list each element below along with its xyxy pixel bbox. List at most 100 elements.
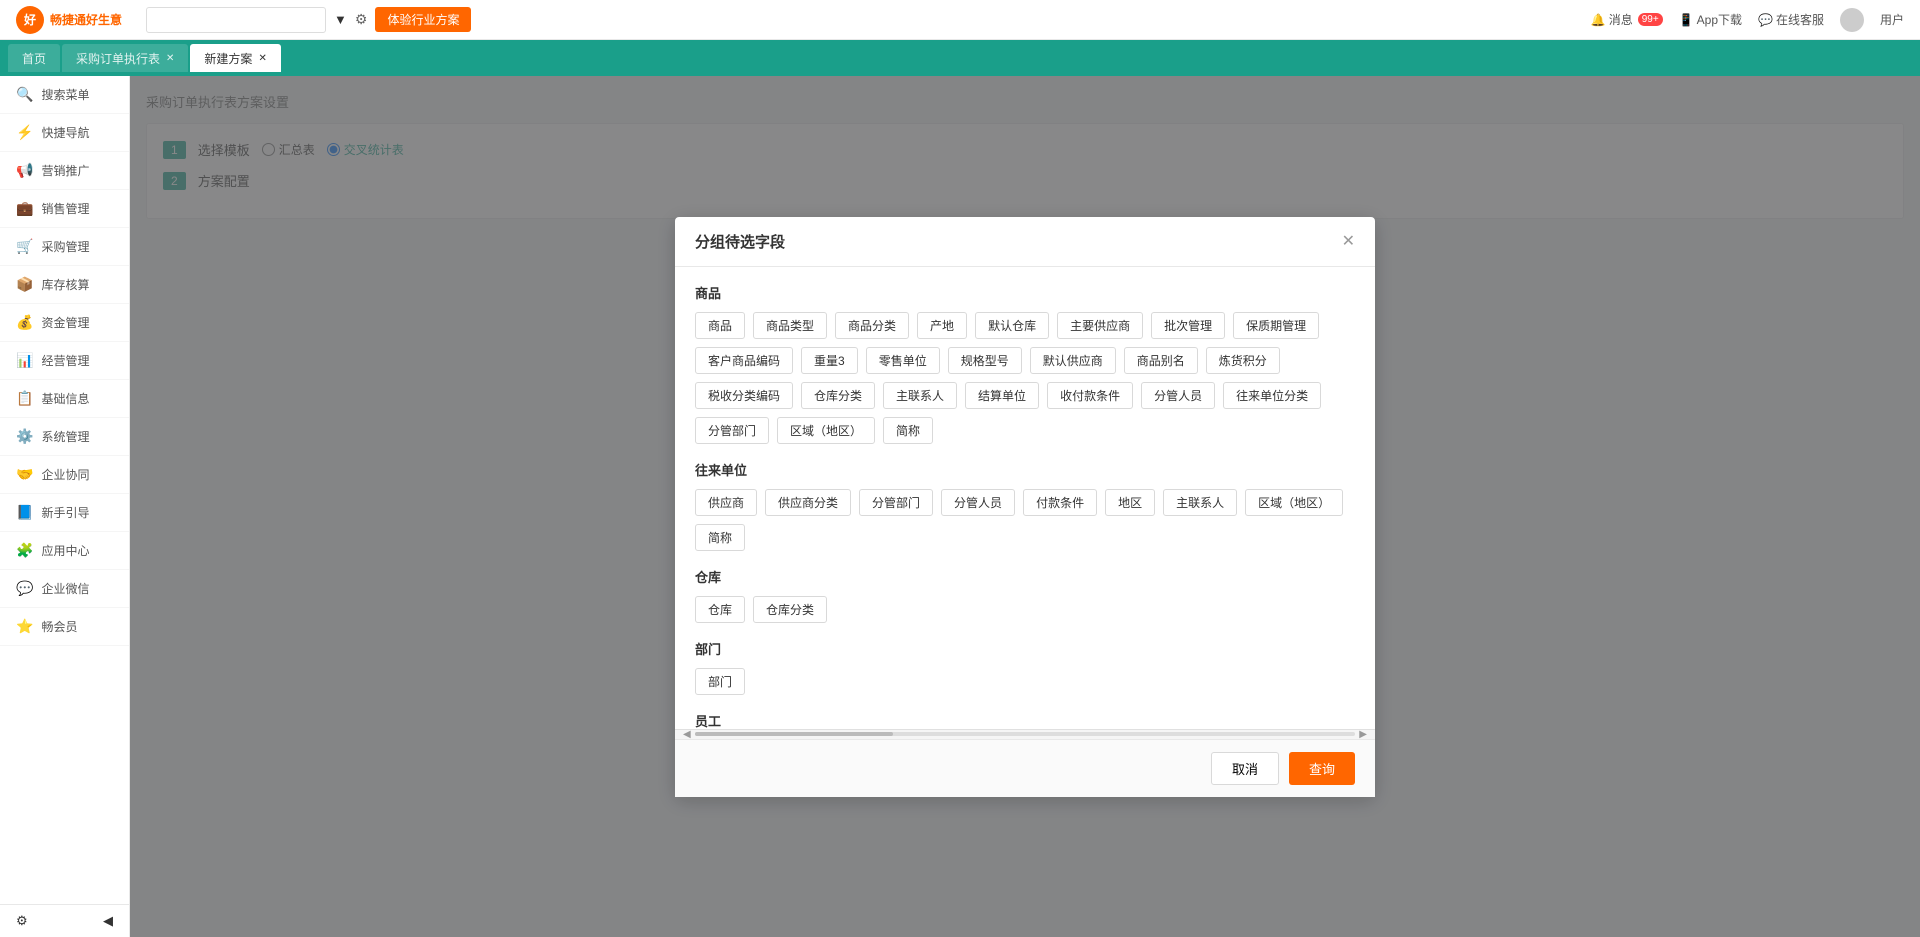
header-right: 🔔 消息 99+ 📱 App下载 💬 在线客服 用户 bbox=[1591, 8, 1904, 32]
field-tag-settlement-unit[interactable]: 结算单位 bbox=[965, 382, 1039, 409]
field-tag-goods-category[interactable]: 商品分类 bbox=[835, 312, 909, 339]
search-input[interactable] bbox=[146, 7, 326, 33]
modal-overlay: 分组待选字段 ✕ 商品 商品 商品类型 商品分类 产地 默认仓库 主要供应商 批… bbox=[130, 76, 1920, 937]
field-tag-main-supplier[interactable]: 主要供应商 bbox=[1057, 312, 1143, 339]
confirm-button[interactable]: 查询 bbox=[1289, 752, 1355, 785]
field-tag-warehouse[interactable]: 仓库 bbox=[695, 596, 745, 623]
system-icon: ⚙️ bbox=[16, 428, 33, 445]
message-item[interactable]: 🔔 消息 99+ bbox=[1591, 11, 1663, 28]
field-tag-spec[interactable]: 规格型号 bbox=[948, 347, 1022, 374]
field-tag-supplier[interactable]: 供应商 bbox=[695, 489, 757, 516]
field-tag-shelf-life[interactable]: 保质期管理 bbox=[1233, 312, 1319, 339]
sidebar-item-member-label: 畅会员 bbox=[41, 618, 77, 635]
message-badge: 99+ bbox=[1638, 13, 1663, 26]
sales-icon: 💼 bbox=[16, 200, 33, 217]
sidebar-item-guide[interactable]: 📘 新手引导 bbox=[0, 494, 129, 532]
sidebar-item-basic-info[interactable]: 📋 基础信息 bbox=[0, 380, 129, 418]
sidebar-item-marketing[interactable]: 📢 营销推广 bbox=[0, 152, 129, 190]
header-dropdown[interactable]: ▼ bbox=[334, 12, 347, 27]
field-tag-goods-alias[interactable]: 商品别名 bbox=[1124, 347, 1198, 374]
field-tag-partners-short[interactable]: 简称 bbox=[695, 524, 745, 551]
field-tag-warehouse-category[interactable]: 仓库分类 bbox=[801, 382, 875, 409]
field-tag-partners-contact[interactable]: 主联系人 bbox=[1163, 489, 1237, 516]
field-tag-weight[interactable]: 重量3 bbox=[801, 347, 858, 374]
field-tag-dept[interactable]: 分管部门 bbox=[695, 417, 769, 444]
field-tag-area[interactable]: 地区 bbox=[1105, 489, 1155, 516]
field-tag-goods-type[interactable]: 商品类型 bbox=[753, 312, 827, 339]
tab-new-plan[interactable]: 新建方案 ✕ bbox=[190, 44, 280, 72]
tab-home-label: 首页 bbox=[22, 50, 46, 67]
quick-nav-icon: ⚡ bbox=[16, 124, 33, 141]
gear-icon[interactable]: ⚙ bbox=[355, 11, 368, 28]
field-tag-default-warehouse[interactable]: 默认仓库 bbox=[975, 312, 1049, 339]
field-tag-retail-unit[interactable]: 零售单位 bbox=[866, 347, 940, 374]
sidebar-item-search[interactable]: 🔍 搜索菜单 bbox=[0, 76, 129, 114]
sidebar-item-cooperation[interactable]: 🤝 企业协同 bbox=[0, 456, 129, 494]
modal-footer: 取消 查询 bbox=[675, 739, 1375, 797]
section-employee-title: 员工 bbox=[695, 711, 1355, 729]
sidebar-item-system[interactable]: ⚙️ 系统管理 bbox=[0, 418, 129, 456]
tab-purchase-close-icon[interactable]: ✕ bbox=[166, 53, 174, 64]
sidebar-item-enterprise-wechat[interactable]: 💬 企业微信 bbox=[0, 570, 129, 608]
field-tag-points[interactable]: 炼货积分 bbox=[1206, 347, 1280, 374]
field-tag-pay-terms[interactable]: 付款条件 bbox=[1023, 489, 1097, 516]
sidebar-item-member[interactable]: ⭐ 畅会员 bbox=[0, 608, 129, 646]
field-tag-partners-manager[interactable]: 分管人员 bbox=[941, 489, 1015, 516]
logo-icon: 好 bbox=[16, 6, 44, 34]
section-warehouse-title: 仓库 bbox=[695, 567, 1355, 586]
field-tag-batch-mgmt[interactable]: 批次管理 bbox=[1151, 312, 1225, 339]
modal-body[interactable]: 商品 商品 商品类型 商品分类 产地 默认仓库 主要供应商 批次管理 保质期管理… bbox=[675, 267, 1375, 729]
tab-new-plan-close-icon[interactable]: ✕ bbox=[258, 53, 266, 64]
modal-close-button[interactable]: ✕ bbox=[1342, 231, 1355, 251]
field-tag-origin[interactable]: 产地 bbox=[917, 312, 967, 339]
field-tag-supplier-category[interactable]: 供应商分类 bbox=[765, 489, 851, 516]
sidebar-item-operation-label: 经营管理 bbox=[41, 352, 89, 369]
guide-icon: 📘 bbox=[16, 504, 33, 521]
online-service-item[interactable]: 💬 在线客服 bbox=[1758, 11, 1824, 28]
avatar[interactable] bbox=[1840, 8, 1864, 32]
modal-horizontal-scrollbar[interactable]: ◀ ▶ bbox=[675, 729, 1375, 739]
header-search-area: ▼ ⚙ 体验行业方案 bbox=[146, 7, 1591, 33]
field-tag-customer-code[interactable]: 客户商品编码 bbox=[695, 347, 793, 374]
field-tag-warehouse-cat[interactable]: 仓库分类 bbox=[753, 596, 827, 623]
sidebar-item-purchase[interactable]: 🛒 采购管理 bbox=[0, 228, 129, 266]
collapse-icon[interactable]: ◀ bbox=[103, 913, 113, 929]
field-tag-short-name[interactable]: 简称 bbox=[883, 417, 933, 444]
cancel-button[interactable]: 取消 bbox=[1211, 752, 1279, 785]
cooperation-icon: 🤝 bbox=[16, 466, 33, 483]
hscroll-track bbox=[695, 732, 1356, 736]
marketing-icon: 📢 bbox=[16, 162, 33, 179]
member-icon: ⭐ bbox=[16, 618, 33, 635]
section-warehouse: 仓库 仓库 仓库分类 bbox=[695, 567, 1355, 623]
sidebar-item-operation[interactable]: 📊 经营管理 bbox=[0, 342, 129, 380]
sidebar-item-quick-nav[interactable]: ⚡ 快捷导航 bbox=[0, 114, 129, 152]
tab-new-plan-label: 新建方案 bbox=[204, 50, 252, 67]
tab-home[interactable]: 首页 bbox=[8, 44, 60, 72]
section-partners-title: 往来单位 bbox=[695, 460, 1355, 479]
field-tag-main-contact[interactable]: 主联系人 bbox=[883, 382, 957, 409]
modal-title: 分组待选字段 bbox=[695, 231, 785, 252]
sidebar-item-finance[interactable]: 💰 资金管理 bbox=[0, 304, 129, 342]
section-partners: 往来单位 供应商 供应商分类 分管部门 分管人员 付款条件 地区 主联系人 区域… bbox=[695, 460, 1355, 551]
field-tag-manager[interactable]: 分管人员 bbox=[1141, 382, 1215, 409]
field-tag-department[interactable]: 部门 bbox=[695, 668, 745, 695]
field-tag-region[interactable]: 区域（地区） bbox=[777, 417, 875, 444]
sidebar-item-sales[interactable]: 💼 销售管理 bbox=[0, 190, 129, 228]
sidebar-item-app-center[interactable]: 🧩 应用中心 bbox=[0, 532, 129, 570]
field-tag-partners-region[interactable]: 区域（地区） bbox=[1245, 489, 1343, 516]
field-tag-goods[interactable]: 商品 bbox=[695, 312, 745, 339]
section-warehouse-tags: 仓库 仓库分类 bbox=[695, 596, 1355, 623]
section-partners-tags: 供应商 供应商分类 分管部门 分管人员 付款条件 地区 主联系人 区域（地区） … bbox=[695, 489, 1355, 551]
field-tag-partners-dept[interactable]: 分管部门 bbox=[859, 489, 933, 516]
sidebar-item-finance-label: 资金管理 bbox=[41, 314, 89, 331]
tab-purchase-order[interactable]: 采购订单执行表 ✕ bbox=[62, 44, 188, 72]
field-tag-partner-category[interactable]: 往来单位分类 bbox=[1223, 382, 1321, 409]
settings-bottom-icon[interactable]: ⚙ bbox=[16, 913, 28, 929]
logo-text: 畅捷通好生意 bbox=[50, 11, 122, 28]
app-download-item[interactable]: 📱 App下载 bbox=[1679, 11, 1742, 28]
field-tag-default-supplier[interactable]: 默认供应商 bbox=[1030, 347, 1116, 374]
field-tag-payment-terms[interactable]: 收付款条件 bbox=[1047, 382, 1133, 409]
sidebar-item-inventory[interactable]: 📦 库存核算 bbox=[0, 266, 129, 304]
exp-button[interactable]: 体验行业方案 bbox=[375, 7, 471, 32]
field-tag-tax-code[interactable]: 税收分类编码 bbox=[695, 382, 793, 409]
